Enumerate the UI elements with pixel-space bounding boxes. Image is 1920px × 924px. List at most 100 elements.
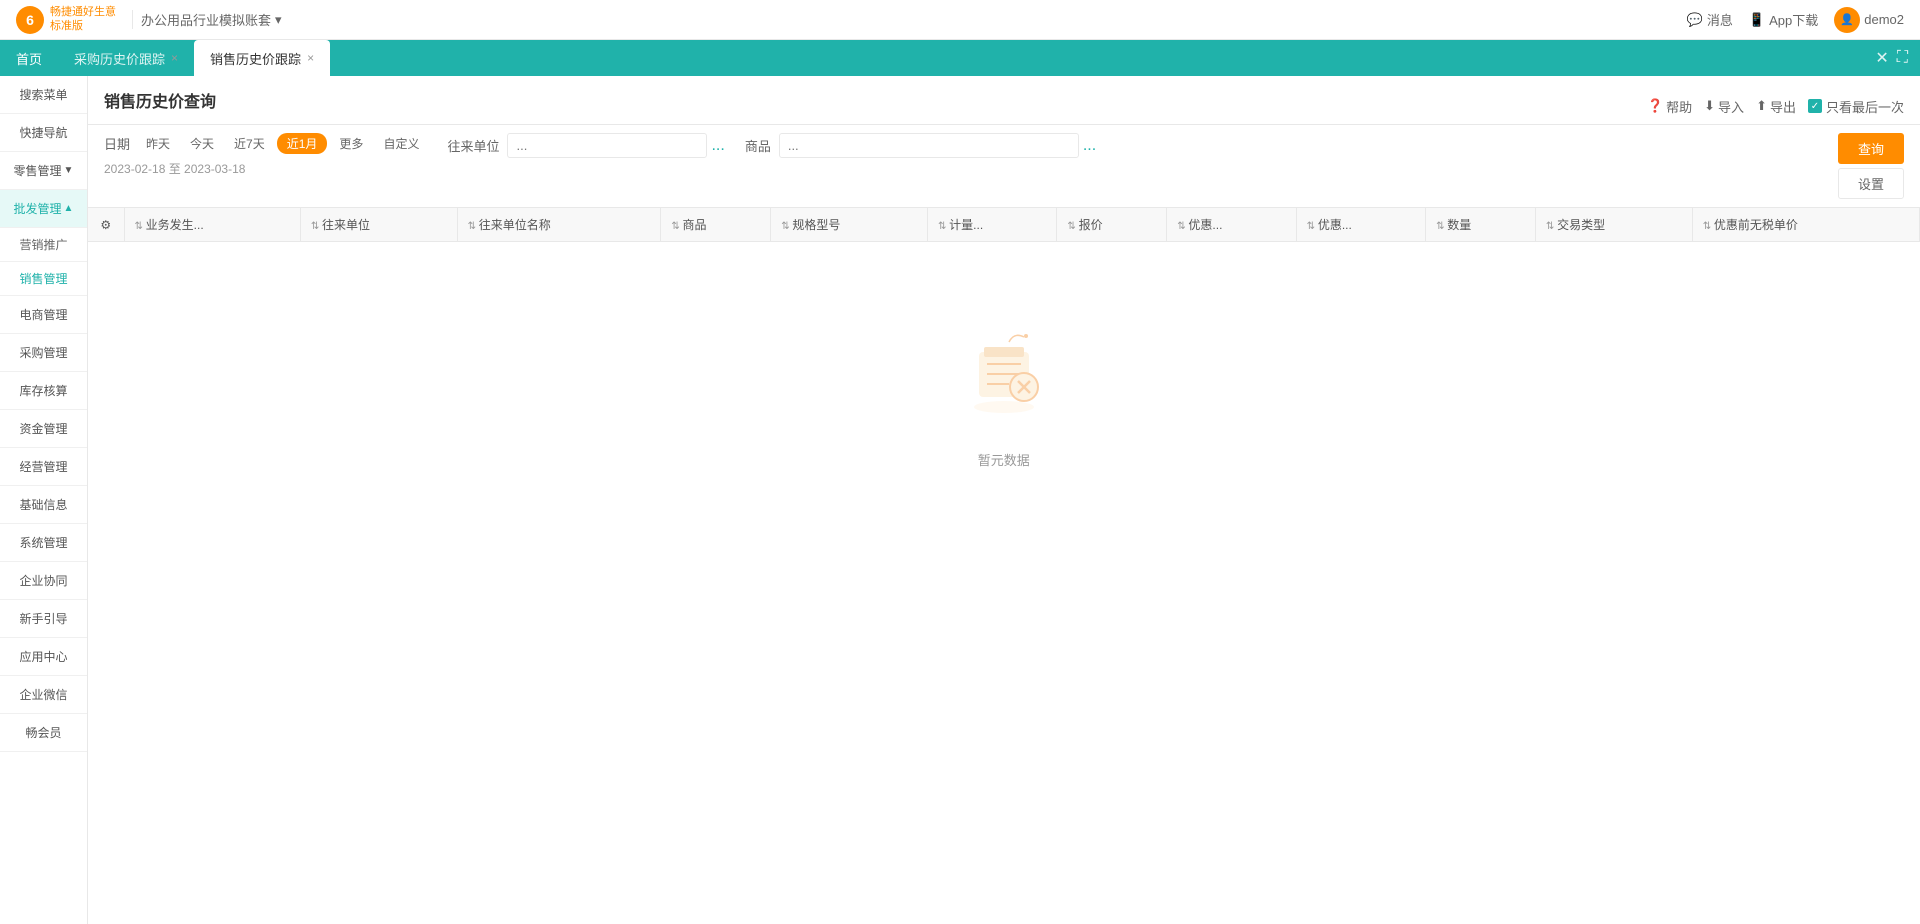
col-trade-type[interactable]: ⇅ 交易类型 [1535,208,1692,242]
sidebar-item-fund-mgmt[interactable]: 资金管理 [0,410,87,448]
product-lookup-icon[interactable]: ... [1083,137,1096,155]
app-selector[interactable]: 办公用品行业模拟账套 ▾ [132,10,290,29]
export-button[interactable]: ⬆ 导出 [1756,97,1796,116]
date-btn-last1m[interactable]: 近1月 [277,133,328,154]
col-biz-date[interactable]: ⇅ 业务发生... [124,208,300,242]
sidebar-item-enterprise-wechat[interactable]: 企业微信 [0,676,87,714]
sidebar-item-sales-mgmt[interactable]: 销售管理 [0,262,87,296]
message-button[interactable]: 💬 消息 [1687,10,1733,29]
date-btn-yesterday[interactable]: 昨天 [138,133,178,154]
app-download-button[interactable]: 📱 App下载 [1749,10,1818,29]
user-avatar: 👤 [1834,7,1860,33]
tab-sales-history[interactable]: 销售历史价跟踪 × [194,40,330,76]
partner-lookup-icon[interactable]: ... [711,137,724,155]
filter-product-col: 商品 ... [745,133,1096,158]
date-btn-more[interactable]: 更多 [331,133,371,154]
col-price[interactable]: ⇅ 报价 [1057,208,1167,242]
help-button[interactable]: ❓ 帮助 [1647,97,1692,116]
filter-section: 日期 昨天 今天 近7天 近1月 更多 自定义 2023-02-18 至 202… [88,125,1920,208]
sidebar-item-basic-info[interactable]: 基础信息 [0,486,87,524]
date-btn-today[interactable]: 今天 [182,133,222,154]
import-button[interactable]: ⬇ 导入 [1704,97,1744,116]
filter-action-col: 查询 设置 [1838,133,1904,199]
col-pretax-price[interactable]: ⇅ 优惠前无税单价 [1692,208,1919,242]
only-last-checkbox-label[interactable]: ✓ 只看最后一次 [1808,97,1904,116]
col-settings[interactable]: ⚙ [88,208,124,242]
col-partner-name[interactable]: ⇅ 往来单位名称 [457,208,661,242]
sort-icon: ⇅ [938,221,949,232]
sort-icon: ⇅ [1067,221,1078,232]
tab-purchase-history-close[interactable]: × [171,51,178,65]
filter-partner-inline: 往来单位 ... [447,133,724,158]
partner-input[interactable] [507,133,707,158]
sort-icon: ⇅ [1177,221,1188,232]
filter-partner-col: 往来单位 ... [447,133,724,158]
top-bar-right: 💬 消息 📱 App下载 👤 demo2 [1687,7,1904,33]
filter-date-col: 日期 昨天 今天 近7天 近1月 更多 自定义 2023-02-18 至 202… [104,133,427,177]
sidebar-item-member[interactable]: 畅会员 [0,714,87,752]
sidebar-item-sys-mgmt[interactable]: 系统管理 [0,524,87,562]
sort-icon: ⇅ [135,221,146,232]
app-download-icon: 📱 [1749,12,1765,28]
col-unit[interactable]: ⇅ 计量... [927,208,1056,242]
table-header-row: ⚙ ⇅ 业务发生... ⇅ 往来单位 ⇅ 往来单位名称 [88,208,1920,242]
sort-icon: ⇅ [311,221,322,232]
sidebar-item-search-menu[interactable]: 搜索菜单 [0,76,87,114]
page-title-actions: ❓ 帮助 ⬇ 导入 ⬆ 导出 ✓ 只看最后一次 [1647,97,1904,116]
sidebar-item-ops-mgmt[interactable]: 经营管理 [0,448,87,486]
table-container: ⚙ ⇅ 业务发生... ⇅ 往来单位 ⇅ 往来单位名称 [88,208,1920,924]
only-last-checkbox[interactable]: ✓ [1808,99,1822,113]
empty-state: 暂元数据 [88,242,1920,549]
user-menu-button[interactable]: 👤 demo2 [1834,7,1904,33]
page-title-row: 销售历史价查询 ❓ 帮助 ⬇ 导入 ⬆ 导出 ✓ [104,88,1904,124]
settings-button[interactable]: 设置 [1838,168,1904,199]
page-header: 销售历史价查询 ❓ 帮助 ⬇ 导入 ⬆ 导出 ✓ [88,76,1920,125]
sort-icon: ⇅ [1703,221,1714,232]
partner-label: 往来单位 [447,136,499,155]
page-title: 销售历史价查询 [104,88,216,112]
product-input-group: ... [779,133,1096,158]
col-partner-code[interactable]: ⇅ 往来单位 [300,208,457,242]
date-range-display: 2023-02-18 至 2023-03-18 [104,160,427,177]
col-discount-price[interactable]: ⇅ 优惠... [1296,208,1425,242]
sort-icon: ⇅ [1307,221,1318,232]
maximize-icon[interactable]: ⛶ [1897,49,1908,67]
top-bar-left: 6 畅捷通好生意 标准版 办公用品行业模拟账套 ▾ [16,6,290,34]
filter-row: 日期 昨天 今天 近7天 近1月 更多 自定义 2023-02-18 至 202… [104,133,1904,199]
filter-product-inline: 商品 ... [745,133,1096,158]
logo-text: 畅捷通好生意 标准版 [50,6,116,32]
product-input[interactable] [779,133,1079,158]
sidebar-item-quick-nav[interactable]: 快捷导航 [0,114,87,152]
sidebar-item-app-center[interactable]: 应用中心 [0,638,87,676]
sort-icon: ⇅ [468,221,479,232]
query-button[interactable]: 查询 [1838,133,1904,164]
col-discount-rate[interactable]: ⇅ 优惠... [1167,208,1296,242]
chevron-down-icon: ▼ [64,165,74,176]
sidebar-item-marketing[interactable]: 营销推广 [0,228,87,262]
sidebar-item-enterprise-coop[interactable]: 企业协同 [0,562,87,600]
message-icon: 💬 [1687,12,1703,28]
tab-home[interactable]: 首页 [0,40,58,76]
sort-icon: ⇅ [1546,221,1557,232]
date-btn-last7[interactable]: 近7天 [226,133,273,154]
col-quantity[interactable]: ⇅ 数量 [1426,208,1536,242]
sidebar-item-wholesale-mgmt[interactable]: 批发管理 ▲ [0,190,87,228]
logo-area: 6 畅捷通好生意 标准版 [16,6,116,34]
col-product[interactable]: ⇅ 商品 [661,208,771,242]
date-btn-custom[interactable]: 自定义 [375,133,427,154]
close-window-icon[interactable]: ✕ [1875,48,1888,68]
chevron-down-icon: ▾ [275,12,282,28]
sidebar-item-new-guide[interactable]: 新手引导 [0,600,87,638]
content-area: 销售历史价查询 ❓ 帮助 ⬇ 导入 ⬆ 导出 ✓ [88,76,1920,924]
import-icon: ⬇ [1704,98,1715,114]
partner-input-group: ... [507,133,724,158]
sidebar-item-purchase-mgmt[interactable]: 采购管理 [0,334,87,372]
sidebar-item-inventory[interactable]: 库存核算 [0,372,87,410]
sidebar: 搜索菜单 快捷导航 零售管理 ▼ 批发管理 ▲ 营销推广 销售管理 电商管理 采… [0,76,88,924]
tab-purchase-history[interactable]: 采购历史价跟踪 × [58,40,194,76]
tab-sales-history-close[interactable]: × [307,51,314,65]
sidebar-item-ecommerce[interactable]: 电商管理 [0,296,87,334]
sidebar-item-retail-mgmt[interactable]: 零售管理 ▼ [0,152,87,190]
export-icon: ⬆ [1756,98,1767,114]
col-spec[interactable]: ⇅ 规格型号 [771,208,928,242]
